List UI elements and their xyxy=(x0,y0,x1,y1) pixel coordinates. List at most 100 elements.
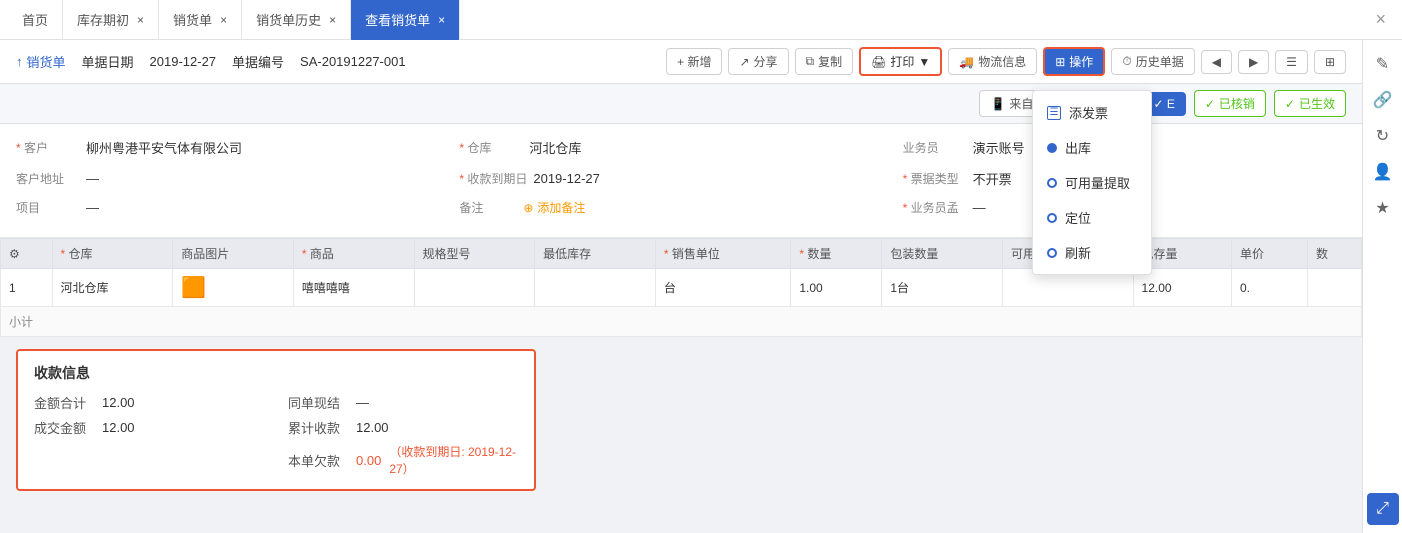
copy-icon: ⧉ xyxy=(806,54,815,69)
print-icon: 🖨 xyxy=(871,55,886,69)
refresh-item[interactable]: 刷新 xyxy=(1033,235,1151,270)
link-sidebar-icon[interactable]: 🔗 xyxy=(1367,84,1399,116)
locate-icon xyxy=(1047,213,1057,223)
date-value: 2019-12-27 xyxy=(150,54,217,69)
star-sidebar-icon[interactable]: ★ xyxy=(1367,192,1399,224)
tab-inventory-init[interactable]: 库存期初 × xyxy=(63,0,159,40)
next-button[interactable]: ▶ xyxy=(1238,50,1269,74)
history-button[interactable]: ⏱ 历史单据 xyxy=(1111,48,1194,75)
add-note-label: 添加备注 xyxy=(537,199,585,216)
tab-inventory-close[interactable]: × xyxy=(137,13,144,27)
tab-home-label: 首页 xyxy=(22,10,48,29)
address-label: 客户地址 xyxy=(16,170,80,187)
doc-icon: ↑ xyxy=(16,54,23,69)
cell-unit: 台 xyxy=(655,269,791,307)
tab-history-label: 销货单历史 xyxy=(256,10,321,29)
out-warehouse-label: 出库 xyxy=(1065,138,1091,157)
col-pack-qty: 包装数量 xyxy=(882,239,1003,269)
cancelled-button[interactable]: ✓ 已核销 xyxy=(1194,90,1266,117)
tab-sales-order[interactable]: 销货单 × xyxy=(159,0,242,40)
cell-num: 1 xyxy=(1,269,53,307)
available-qty-item[interactable]: 可用量提取 xyxy=(1033,165,1151,200)
locate-label: 定位 xyxy=(1065,208,1091,227)
share-button[interactable]: ↗ 分享 xyxy=(728,48,788,75)
operations-button[interactable]: ⊞ 操作 xyxy=(1043,47,1105,76)
print-arrow: ▼ xyxy=(918,55,930,69)
print-button[interactable]: 🖨 打印 ▼ xyxy=(859,47,942,76)
edit-sidebar-icon[interactable]: ✎ xyxy=(1367,48,1399,80)
history-label: 历史单据 xyxy=(1136,53,1184,70)
tab-home[interactable]: 首页 xyxy=(8,0,63,40)
print-label: 打印 xyxy=(890,53,914,70)
add-note-button[interactable]: ⊕ 添加备注 xyxy=(523,199,585,216)
warehouse-field: 仓库 河北仓库 xyxy=(459,136,902,159)
col-spec: 规格型号 xyxy=(414,239,535,269)
tab-history-close[interactable]: × xyxy=(329,13,336,27)
col-product: 商品 xyxy=(293,239,414,269)
check-icon: ✓ xyxy=(1205,97,1215,111)
col-warehouse: 仓库 xyxy=(52,239,173,269)
effective-label: 已生效 xyxy=(1299,95,1335,112)
summary-title: 收款信息 xyxy=(34,363,518,383)
project-field: 项目 — xyxy=(16,198,459,217)
expand-sidebar-icon[interactable]: ⤢ xyxy=(1367,493,1399,525)
transaction-value: 12.00 xyxy=(102,420,135,435)
tab-sales-history[interactable]: 销货单历史 × xyxy=(242,0,351,40)
add-invoice-item[interactable]: ☰ 添发票 xyxy=(1033,95,1151,130)
effective-button[interactable]: ✓ 已生效 xyxy=(1274,90,1346,117)
out-warehouse-item[interactable]: 出库 xyxy=(1033,130,1151,165)
ticket-type-label: 票据类型 xyxy=(903,170,967,187)
product-table: ⚙ 仓库 商品图片 商品 规格型号 最低库存 销售单位 数量 包装数量 可用量 … xyxy=(0,238,1362,337)
summary-box: 收款信息 金额合计 12.00 同单现结 — 成交金额 12.00 累计收款 1… xyxy=(16,349,536,491)
note-field: 备注 ⊕ 添加备注 xyxy=(459,199,902,216)
logistics-icon: 🚚 xyxy=(959,55,974,69)
doc-title: ↑ 销货单 xyxy=(16,52,66,71)
logistics-button[interactable]: 🚚 物流信息 xyxy=(948,48,1037,75)
new-button[interactable]: + 新增 xyxy=(666,48,722,75)
date-label: 单据日期 xyxy=(82,52,134,71)
available-qty-icon xyxy=(1047,178,1057,188)
col-product-img: 商品图片 xyxy=(173,239,294,269)
customer-value: 柳州粤港平安气体有限公司 xyxy=(80,136,248,159)
window-close[interactable]: × xyxy=(1367,9,1394,30)
cell-pack-qty: 1台 xyxy=(882,269,1003,307)
refresh-icon xyxy=(1047,248,1057,258)
operations-dropdown: ☰ 添发票 出库 可用量提取 定位 刷新 xyxy=(1032,90,1152,275)
payment-date-label: 收款到期日 xyxy=(459,170,527,187)
share-icon: ↗ xyxy=(739,55,749,69)
list-view-button[interactable]: ☰ xyxy=(1275,50,1308,74)
cumulative-row: 累计收款 12.00 xyxy=(288,418,518,437)
tab-view-close[interactable]: × xyxy=(438,13,445,27)
user-sidebar-icon[interactable]: 👤 xyxy=(1367,156,1399,188)
customer-field: 客户 柳州粤港平安气体有限公司 xyxy=(16,136,459,159)
tab-view-sales[interactable]: 查看销货单 × xyxy=(351,0,460,40)
cell-img: 🟧 xyxy=(173,269,294,307)
locate-item[interactable]: 定位 xyxy=(1033,200,1151,235)
doc-actions: + 新增 ↗ 分享 ⧉ 复制 🖨 打印 ▼ 🚚 物流信息 ⊞ 操作 xyxy=(666,47,1346,76)
doc-header: ↑ 销货单 单据日期 2019-12-27 单据编号 SA-20191227-0… xyxy=(0,40,1362,84)
table-header: ⚙ 仓库 商品图片 商品 规格型号 最低库存 销售单位 数量 包装数量 可用量 … xyxy=(1,239,1362,269)
subtotal-row: 小计 xyxy=(1,307,1362,337)
cell-spec xyxy=(414,269,535,307)
col-unit-price: 单价 xyxy=(1231,239,1307,269)
doc-meta: 单据日期 2019-12-27 单据编号 SA-20191227-001 xyxy=(82,52,406,71)
right-sidebar: ✎ 🔗 ↻ 👤 ★ ⤢ xyxy=(1362,40,1402,533)
toolbar-row: 📱 来自手机 未开票 ✓ E ✓ 已核销 ✓ 已生效 xyxy=(0,84,1362,124)
grid-view-button[interactable]: ⊞ xyxy=(1314,50,1346,74)
prev-button[interactable]: ◀ xyxy=(1201,50,1232,74)
table-row[interactable]: 1 河北仓库 🟧 嘻嘻嘻嘻 台 1.00 1台 12.00 0. xyxy=(1,269,1362,307)
tab-sales-close[interactable]: × xyxy=(220,13,227,27)
col-unit: 销售单位 xyxy=(655,239,791,269)
cell-extra xyxy=(1308,269,1362,307)
project-label: 项目 xyxy=(16,199,80,216)
copy-button[interactable]: ⧉ 复制 xyxy=(795,48,854,75)
same-order-value: — xyxy=(356,395,369,410)
add-invoice-label: 添发票 xyxy=(1069,103,1108,122)
balance-row: 本单欠款 0.00 （收款到期日: 2019-12-27） xyxy=(288,443,518,477)
refresh-sidebar-icon[interactable]: ↻ xyxy=(1367,120,1399,152)
refresh-label: 刷新 xyxy=(1065,243,1091,262)
balance-note: （收款到期日: 2019-12-27） xyxy=(389,443,518,477)
logistics-label: 物流信息 xyxy=(978,53,1026,70)
copy-label: 复制 xyxy=(818,53,842,70)
note-label: 备注 xyxy=(459,199,523,216)
